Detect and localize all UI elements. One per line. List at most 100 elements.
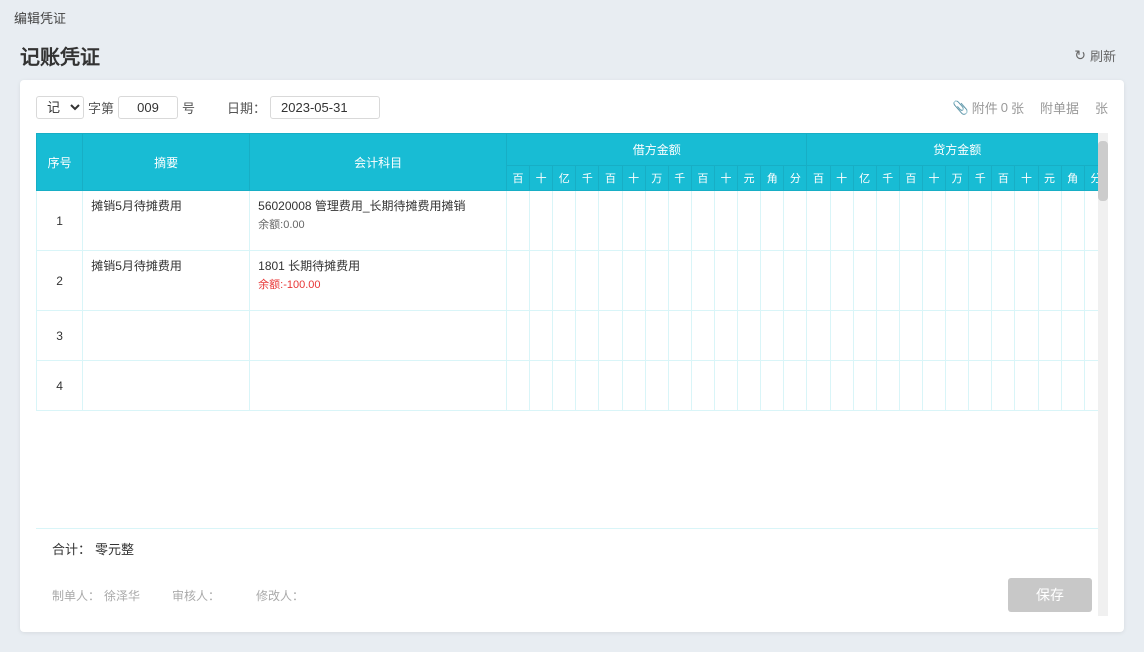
debit-cell-1-2[interactable] bbox=[553, 251, 576, 311]
credit-cell-2-3[interactable] bbox=[876, 311, 899, 361]
credit-cell-1-3[interactable] bbox=[876, 251, 899, 311]
debit-cell-1-3[interactable] bbox=[576, 251, 599, 311]
debit-cell-3-11[interactable] bbox=[761, 361, 784, 411]
debit-cell-1-10[interactable] bbox=[738, 251, 761, 311]
credit-cell-3-11[interactable] bbox=[1061, 361, 1084, 411]
credit-cell-3-0[interactable] bbox=[807, 361, 830, 411]
debit-cell-2-7[interactable] bbox=[668, 311, 691, 361]
credit-cell-3-6[interactable] bbox=[946, 361, 969, 411]
account-cell-2[interactable] bbox=[250, 311, 507, 361]
summary-cell-3[interactable] bbox=[83, 361, 250, 411]
credit-cell-2-0[interactable] bbox=[807, 311, 830, 361]
credit-cell-3-8[interactable] bbox=[992, 361, 1015, 411]
account-cell-0[interactable]: 56020008 管理费用_长期待摊费用摊销余额:0.00 bbox=[250, 191, 507, 251]
debit-cell-2-4[interactable] bbox=[599, 311, 622, 361]
credit-cell-1-9[interactable] bbox=[1015, 251, 1038, 311]
debit-cell-2-6[interactable] bbox=[645, 311, 668, 361]
credit-cell-0-10[interactable] bbox=[1038, 191, 1061, 251]
credit-cell-3-2[interactable] bbox=[853, 361, 876, 411]
credit-cell-3-1[interactable] bbox=[830, 361, 853, 411]
credit-cell-2-9[interactable] bbox=[1015, 311, 1038, 361]
debit-cell-1-11[interactable] bbox=[761, 251, 784, 311]
debit-cell-3-3[interactable] bbox=[576, 361, 599, 411]
debit-cell-2-2[interactable] bbox=[553, 311, 576, 361]
credit-cell-3-4[interactable] bbox=[899, 361, 922, 411]
debit-cell-0-12[interactable] bbox=[784, 191, 807, 251]
credit-cell-2-2[interactable] bbox=[853, 311, 876, 361]
credit-cell-0-1[interactable] bbox=[830, 191, 853, 251]
summary-cell-2[interactable] bbox=[83, 311, 250, 361]
credit-cell-2-8[interactable] bbox=[992, 311, 1015, 361]
debit-cell-3-9[interactable] bbox=[714, 361, 737, 411]
credit-cell-0-11[interactable] bbox=[1061, 191, 1084, 251]
credit-cell-0-6[interactable] bbox=[946, 191, 969, 251]
debit-cell-2-12[interactable] bbox=[784, 311, 807, 361]
credit-cell-3-3[interactable] bbox=[876, 361, 899, 411]
credit-cell-3-7[interactable] bbox=[969, 361, 992, 411]
debit-cell-1-8[interactable] bbox=[691, 251, 714, 311]
save-button[interactable]: 保存 bbox=[1008, 578, 1092, 612]
debit-cell-3-0[interactable] bbox=[506, 361, 529, 411]
credit-cell-0-0[interactable] bbox=[807, 191, 830, 251]
debit-cell-1-12[interactable] bbox=[784, 251, 807, 311]
table-row[interactable]: 3 bbox=[37, 311, 1108, 361]
debit-cell-2-10[interactable] bbox=[738, 311, 761, 361]
debit-cell-0-3[interactable] bbox=[576, 191, 599, 251]
debit-cell-2-1[interactable] bbox=[530, 311, 553, 361]
credit-cell-0-7[interactable] bbox=[969, 191, 992, 251]
credit-cell-0-5[interactable] bbox=[922, 191, 945, 251]
debit-cell-0-9[interactable] bbox=[714, 191, 737, 251]
debit-cell-0-1[interactable] bbox=[530, 191, 553, 251]
debit-cell-2-11[interactable] bbox=[761, 311, 784, 361]
debit-cell-0-5[interactable] bbox=[622, 191, 645, 251]
debit-cell-2-0[interactable] bbox=[506, 311, 529, 361]
debit-cell-0-7[interactable] bbox=[668, 191, 691, 251]
debit-cell-0-2[interactable] bbox=[553, 191, 576, 251]
credit-cell-3-5[interactable] bbox=[922, 361, 945, 411]
debit-cell-0-10[interactable] bbox=[738, 191, 761, 251]
debit-cell-1-5[interactable] bbox=[622, 251, 645, 311]
credit-cell-1-6[interactable] bbox=[946, 251, 969, 311]
debit-cell-0-4[interactable] bbox=[599, 191, 622, 251]
debit-cell-0-8[interactable] bbox=[691, 191, 714, 251]
credit-cell-0-2[interactable] bbox=[853, 191, 876, 251]
credit-cell-3-9[interactable] bbox=[1015, 361, 1038, 411]
debit-cell-0-0[interactable] bbox=[506, 191, 529, 251]
debit-cell-2-3[interactable] bbox=[576, 311, 599, 361]
credit-cell-0-4[interactable] bbox=[899, 191, 922, 251]
credit-cell-2-10[interactable] bbox=[1038, 311, 1061, 361]
credit-cell-1-7[interactable] bbox=[969, 251, 992, 311]
credit-cell-1-2[interactable] bbox=[853, 251, 876, 311]
debit-cell-3-12[interactable] bbox=[784, 361, 807, 411]
debit-cell-0-6[interactable] bbox=[645, 191, 668, 251]
credit-cell-2-7[interactable] bbox=[969, 311, 992, 361]
credit-cell-2-6[interactable] bbox=[946, 311, 969, 361]
summary-cell-0[interactable]: 摊销5月待摊费用 bbox=[83, 191, 250, 251]
credit-cell-0-9[interactable] bbox=[1015, 191, 1038, 251]
credit-cell-1-5[interactable] bbox=[922, 251, 945, 311]
debit-cell-0-11[interactable] bbox=[761, 191, 784, 251]
credit-cell-3-10[interactable] bbox=[1038, 361, 1061, 411]
debit-cell-1-7[interactable] bbox=[668, 251, 691, 311]
credit-cell-0-3[interactable] bbox=[876, 191, 899, 251]
refresh-button[interactable]: ↻ 刷新 bbox=[1066, 42, 1124, 69]
scrollbar-track[interactable] bbox=[1098, 133, 1108, 616]
debit-cell-3-5[interactable] bbox=[622, 361, 645, 411]
credit-cell-1-4[interactable] bbox=[899, 251, 922, 311]
debit-cell-3-10[interactable] bbox=[738, 361, 761, 411]
debit-cell-1-1[interactable] bbox=[530, 251, 553, 311]
voucher-type-select[interactable]: 记 bbox=[36, 96, 84, 119]
credit-cell-0-8[interactable] bbox=[992, 191, 1015, 251]
account-cell-3[interactable] bbox=[250, 361, 507, 411]
debit-cell-1-9[interactable] bbox=[714, 251, 737, 311]
debit-cell-3-8[interactable] bbox=[691, 361, 714, 411]
debit-cell-3-7[interactable] bbox=[668, 361, 691, 411]
voucher-number-input[interactable] bbox=[118, 96, 178, 119]
scrollbar-thumb[interactable] bbox=[1098, 141, 1108, 201]
debit-cell-3-4[interactable] bbox=[599, 361, 622, 411]
single-attach-label[interactable]: 附单据 bbox=[1040, 98, 1079, 117]
date-input[interactable] bbox=[270, 96, 380, 119]
credit-cell-1-11[interactable] bbox=[1061, 251, 1084, 311]
summary-cell-1[interactable]: 摊销5月待摊费用 bbox=[83, 251, 250, 311]
debit-cell-3-2[interactable] bbox=[553, 361, 576, 411]
